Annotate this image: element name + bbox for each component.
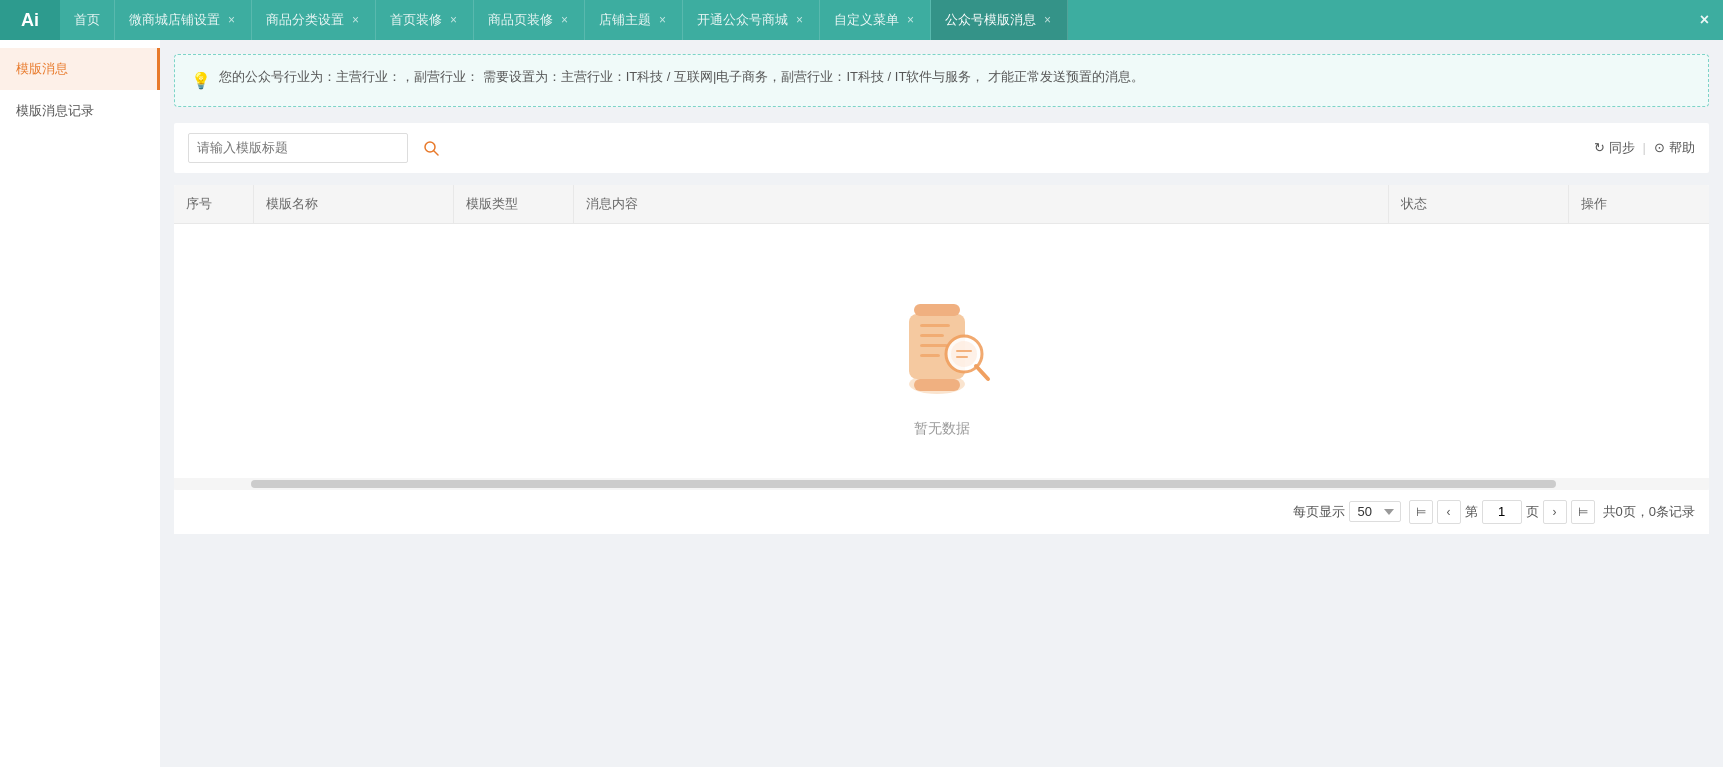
empty-text: 暂无数据 (914, 420, 970, 438)
nav-tab-close[interactable]: × (905, 11, 916, 29)
nav-tab-close[interactable]: × (448, 11, 459, 29)
nav-tab-label: 自定义菜单 (834, 11, 899, 29)
page-prefix: 第 (1465, 503, 1478, 521)
table-header-status: 状态 (1389, 185, 1569, 223)
nav-tab-close[interactable]: × (350, 11, 361, 29)
nav-tab-home[interactable]: 首页 (60, 0, 115, 40)
page-unit: 页 (1526, 503, 1539, 521)
nav-tab-homepage[interactable]: 首页装修 × (376, 0, 474, 40)
sidebar: 模版消息模版消息记录 (0, 40, 160, 767)
svg-rect-9 (920, 354, 940, 357)
per-page-label: 每页显示 (1293, 503, 1345, 521)
lightbulb-icon: 💡 (191, 68, 211, 94)
help-icon: ⊙ (1654, 140, 1665, 155)
sync-button[interactable]: ↻ 同步 (1594, 139, 1635, 157)
app-logo: Ai (0, 0, 60, 40)
table-header-type: 模版类型 (454, 185, 574, 223)
per-page-dropdown[interactable]: 102050100 (1349, 501, 1401, 522)
svg-rect-14 (956, 356, 968, 358)
svg-rect-8 (920, 344, 948, 347)
svg-line-12 (976, 366, 988, 379)
nav-tab-theme[interactable]: 店铺主题 × (585, 0, 683, 40)
last-page-button[interactable]: ⊨ (1571, 500, 1595, 524)
nav-tab-close[interactable]: × (794, 11, 805, 29)
nav-tab-category[interactable]: 商品分类设置 × (252, 0, 376, 40)
prev-page-button[interactable]: ‹ (1437, 500, 1461, 524)
empty-illustration (882, 284, 1002, 404)
nav-tab-label: 微商城店铺设置 (129, 11, 220, 29)
nav-tab-label: 首页 (74, 11, 100, 29)
top-nav: Ai 首页微商城店铺设置×商品分类设置×首页装修×商品页装修×店铺主题×开通公众… (0, 0, 1723, 40)
search-bar: ↻ 同步 | ⊙ 帮助 (174, 123, 1709, 173)
table-header-name: 模版名称 (254, 185, 454, 223)
svg-rect-7 (920, 334, 944, 337)
search-left (188, 133, 446, 163)
nav-tab-label: 首页装修 (390, 11, 442, 29)
table-header-action: 操作 (1569, 185, 1709, 223)
page-size-select: 每页显示 102050100 (1293, 501, 1401, 522)
search-button[interactable] (416, 133, 446, 163)
svg-line-1 (434, 151, 438, 155)
notice-highlight: 需要设置为：主营行业：IT科技 / 互联网|电子商务，副营行业：IT科技 / I… (483, 69, 985, 84)
svg-rect-6 (920, 324, 950, 327)
content-area: 💡 您的公众号行业为：主营行业：，副营行业： 需要设置为：主营行业：IT科技 /… (160, 40, 1723, 767)
nav-tab-close[interactable]: × (657, 11, 668, 29)
empty-state: 暂无数据 (174, 224, 1709, 478)
nav-tab-tplmsg[interactable]: 公众号模版消息 × (931, 0, 1068, 40)
notice-box: 💡 您的公众号行业为：主营行业：，副营行业： 需要设置为：主营行业：IT科技 /… (174, 54, 1709, 107)
search-right: ↻ 同步 | ⊙ 帮助 (1594, 139, 1695, 157)
nav-tab-close[interactable]: × (1042, 11, 1053, 29)
close-all-button[interactable]: × (1686, 11, 1723, 29)
page-total: 共0页，0条记录 (1603, 503, 1695, 521)
scrollbar-thumb[interactable] (251, 480, 1556, 488)
page-number-input[interactable] (1482, 500, 1522, 524)
main-layout: 模版消息模版消息记录 💡 您的公众号行业为：主营行业：，副营行业： 需要设置为：… (0, 40, 1723, 767)
nav-tab-label: 店铺主题 (599, 11, 651, 29)
divider: | (1643, 140, 1646, 155)
table-header-index: 序号 (174, 185, 254, 223)
svg-rect-5 (914, 379, 960, 391)
nav-tab-wshop[interactable]: 微商城店铺设置 × (115, 0, 252, 40)
first-page-button[interactable]: ⊨ (1409, 500, 1433, 524)
nav-tab-productpage[interactable]: 商品页装修 × (474, 0, 585, 40)
svg-rect-4 (914, 304, 960, 316)
nav-tab-close[interactable]: × (226, 11, 237, 29)
sidebar-item-tpl-msg[interactable]: 模版消息 (0, 48, 160, 90)
sync-icon: ↻ (1594, 140, 1605, 155)
notice-text: 您的公众号行业为：主营行业：，副营行业： 需要设置为：主营行业：IT科技 / 互… (219, 67, 1144, 88)
horizontal-scrollbar[interactable] (174, 478, 1709, 490)
table-header-content: 消息内容 (574, 185, 1389, 223)
nav-tab-openwx[interactable]: 开通公众号商城 × (683, 0, 820, 40)
nav-tabs: 首页微商城店铺设置×商品分类设置×首页装修×商品页装修×店铺主题×开通公众号商城… (60, 0, 1686, 40)
nav-tab-close[interactable]: × (559, 11, 570, 29)
nav-tab-custmenu[interactable]: 自定义菜单 × (820, 0, 931, 40)
svg-point-11 (951, 341, 977, 367)
nav-tab-label: 商品页装修 (488, 11, 553, 29)
svg-rect-13 (956, 350, 972, 352)
nav-tab-label: 公众号模版消息 (945, 11, 1036, 29)
help-button[interactable]: ⊙ 帮助 (1654, 139, 1695, 157)
nav-tab-label: 商品分类设置 (266, 11, 344, 29)
search-input[interactable] (188, 133, 408, 163)
page-nav: ⊨ ‹ 第 页 › ⊨ (1409, 500, 1595, 524)
pagination: 每页显示 102050100 ⊨ ‹ 第 页 › ⊨ 共0页，0条记录 (174, 490, 1709, 534)
table-header: 序号模版名称模版类型消息内容状态操作 (174, 185, 1709, 224)
table-container: 序号模版名称模版类型消息内容状态操作 (174, 185, 1709, 490)
nav-tab-label: 开通公众号商城 (697, 11, 788, 29)
next-page-button[interactable]: › (1543, 500, 1567, 524)
sidebar-item-tpl-msg-log[interactable]: 模版消息记录 (0, 90, 160, 132)
